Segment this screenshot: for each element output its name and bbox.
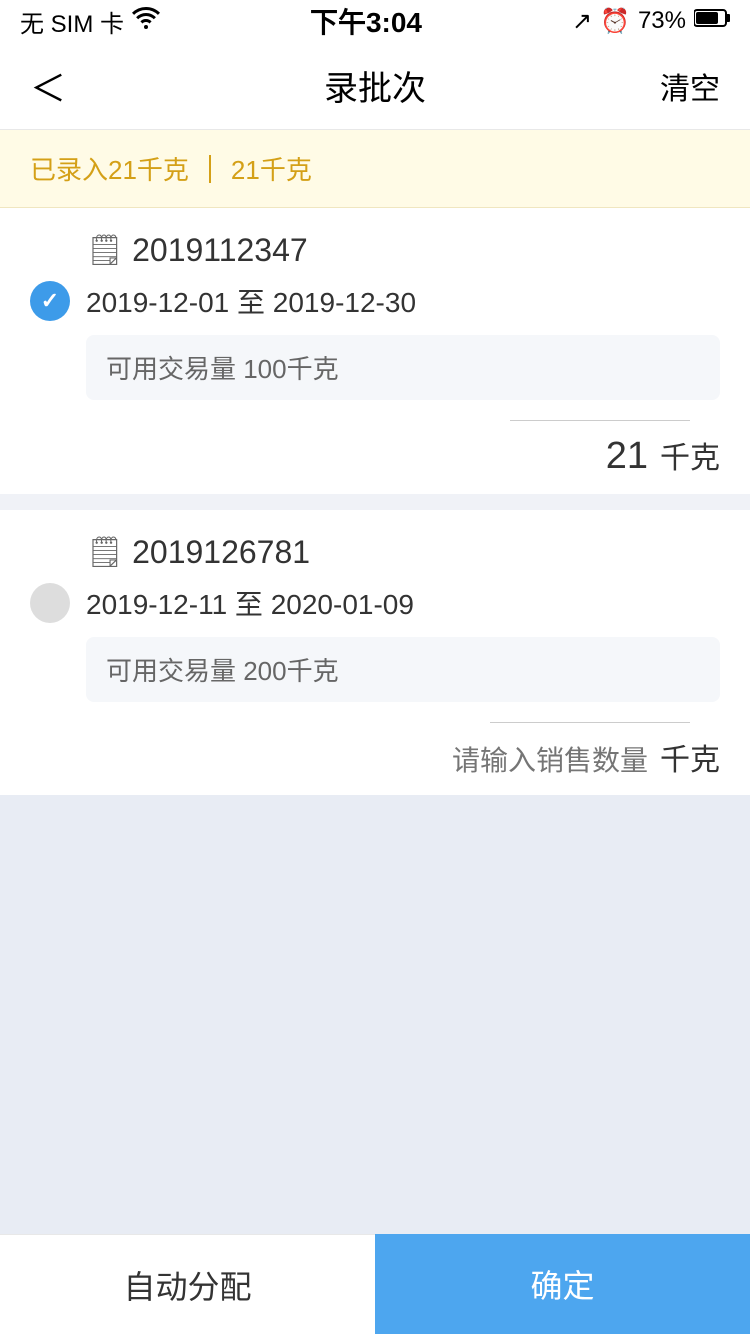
bottom-bar: 自动分配 确定	[0, 1234, 750, 1334]
batch2-qty-box: 可用交易量 200千克	[86, 637, 720, 702]
auto-distribute-button[interactable]: 自动分配	[0, 1234, 375, 1334]
batch2-date: 2019-12-11 至 2020-01-09	[86, 583, 414, 623]
batch2-input-container: 千克	[0, 722, 750, 795]
batch1-amount-unit: 千克	[660, 433, 720, 477]
batch2-qty-input[interactable]	[368, 745, 648, 777]
status-time: 下午3:04	[310, 1, 422, 41]
batch2-id: 2019126781	[132, 534, 310, 571]
info-divider	[209, 155, 211, 183]
info-label: 已录入21千克	[30, 150, 189, 187]
status-left: 无 SIM 卡	[20, 4, 160, 39]
batch1-doc-icon: 🗒	[86, 233, 124, 268]
status-bar: 无 SIM 卡 下午3:04 ↗ ⏰ 73%	[0, 0, 750, 42]
batch1-amount-row: 21 千克	[30, 421, 720, 486]
batch1-date-row: ✓ 2019-12-01 至 2019-12-30	[30, 281, 720, 321]
battery-icon	[694, 7, 730, 35]
empty-gray-area	[0, 795, 750, 1234]
batch2-input-row: 千克	[30, 723, 720, 787]
batch2-id-row: 🗒 2019126781	[30, 534, 720, 571]
wifi-icon	[132, 7, 160, 36]
confirm-button[interactable]: 确定	[375, 1234, 750, 1334]
batch1-qty-box: 可用交易量 100千克	[86, 335, 720, 400]
back-button[interactable]: ＜	[30, 60, 90, 112]
check-icon: ✓	[41, 288, 59, 314]
clear-button[interactable]: 清空	[660, 64, 720, 108]
page-title: 录批次	[324, 61, 426, 110]
batch-item-1: 🗒 2019112347 ✓ 2019-12-01 至 2019-12-30 可…	[0, 208, 750, 420]
battery-percent: 73%	[638, 7, 686, 35]
batch2-input-unit: 千克	[660, 735, 720, 779]
batch1-amount-value: 21	[606, 435, 648, 478]
batch-item-2: 🗒 2019126781 2019-12-11 至 2020-01-09 可用交…	[0, 510, 750, 722]
batch1-date: 2019-12-01 至 2019-12-30	[86, 281, 416, 321]
nav-bar: ＜ 录批次 清空	[0, 42, 750, 130]
info-value: 21千克	[231, 150, 312, 187]
batch1-amount-container: 21 千克	[0, 420, 750, 494]
batch2-checkbox[interactable]	[30, 583, 70, 623]
info-banner: 已录入21千克 21千克	[0, 130, 750, 208]
sim-label: 无 SIM 卡	[20, 4, 124, 39]
location-icon: ↗	[572, 7, 592, 36]
batch2-doc-icon: 🗒	[86, 535, 124, 570]
alarm-icon: ⏰	[600, 7, 630, 36]
batch1-id: 2019112347	[132, 232, 308, 269]
batch1-checkbox[interactable]: ✓	[30, 281, 70, 321]
section-divider	[0, 494, 750, 510]
batch1-id-row: 🗒 2019112347	[30, 232, 720, 269]
status-right: ↗ ⏰ 73%	[572, 7, 730, 36]
batch2-date-row: 2019-12-11 至 2020-01-09	[30, 583, 720, 623]
